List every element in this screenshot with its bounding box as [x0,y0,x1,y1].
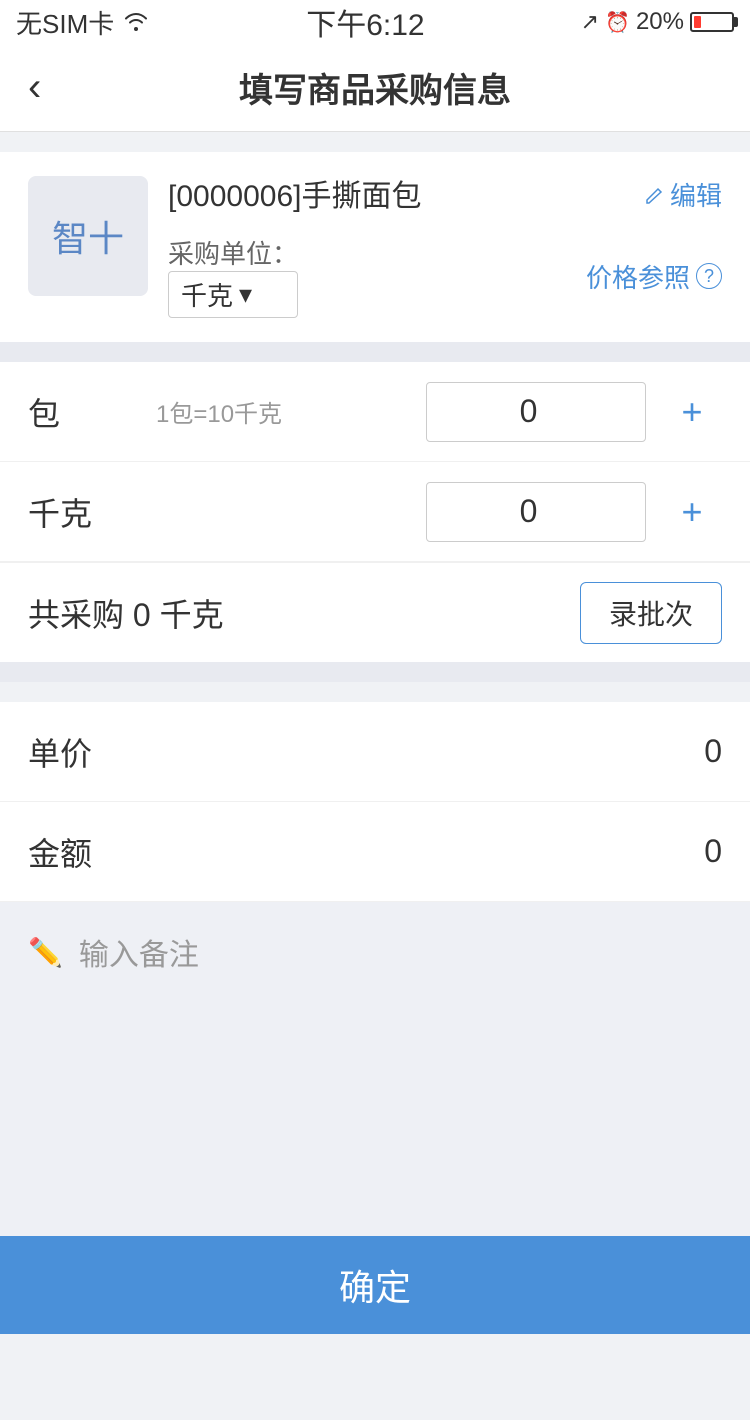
summary-row: 共采购 0 千克 录批次 [0,562,750,662]
page-title: 填写商品采购信息 [239,63,511,112]
unit-price-row: 单价 0 [0,702,750,802]
unit-price-label: 单价 [28,729,92,775]
bag-control: + [282,382,722,442]
purchase-unit-label: 采购单位： [168,239,298,269]
alarm-icon: ⏰ [605,10,630,35]
product-image: 智十 [28,176,148,296]
kg-input-row: 千克 + [0,462,750,562]
back-button[interactable]: ‹ [28,65,41,110]
battery-icon [690,12,734,32]
kg-control: + [148,482,722,542]
purchase-unit-row: 采购单位： 千克 ▾ 价格参照 ? [168,234,722,318]
carrier-text: 无SIM卡 [16,4,114,41]
status-time: 下午6:12 [306,0,424,44]
unit-select[interactable]: 千克 ▾ [168,271,298,318]
confirm-button[interactable]: 确定 [0,1236,750,1334]
product-info: [0000006]手撕面包 编辑 采购单位： 千克 ▾ 价格参照 ? [168,176,722,318]
kg-plus-button[interactable]: + [662,482,722,542]
product-logo: 智十 [52,210,124,262]
section-divider-1 [0,342,750,362]
unit-price-value: 0 [704,733,722,770]
batch-button[interactable]: 录批次 [580,582,722,644]
bag-plus-button[interactable]: + [662,382,722,442]
amount-row: 金额 0 [0,802,750,902]
amount-value: 0 [704,833,722,870]
edit-button[interactable]: 编辑 [644,176,722,213]
confirm-label: 确定 [339,1259,411,1311]
amount-label: 金额 [28,829,92,875]
product-header: [0000006]手撕面包 编辑 [168,176,722,218]
info-icon: ? [696,263,722,289]
nav-bar: ‹ 填写商品采购信息 [0,44,750,132]
battery-percent: 20% [636,8,684,36]
dropdown-arrow-icon: ▾ [239,279,252,310]
wifi-icon [122,7,150,38]
bag-sub-label: 1包=10千克 [156,394,282,429]
kg-label: 千克 [28,489,148,535]
bag-label: 包 [28,389,148,435]
pencil-icon: ✏️ [28,936,63,969]
product-card: 智十 [0000006]手撕面包 编辑 采购单位： 千克 ▾ [0,152,750,342]
location-icon: ↗ [581,9,599,35]
bag-quantity-input[interactable] [426,382,646,442]
product-name: [0000006]手撕面包 [168,176,421,218]
status-right: ↗ ⏰ 20% [581,8,734,36]
status-bar: 无SIM卡 下午6:12 ↗ ⏰ 20% [0,0,750,44]
section-divider-2 [0,662,750,682]
price-ref-button[interactable]: 价格参照 ? [586,258,722,295]
status-left: 无SIM卡 [16,4,150,41]
bag-input-row: 包 1包=10千克 + [0,362,750,462]
summary-text: 共采购 0 千克 [28,590,224,636]
kg-quantity-input[interactable] [426,482,646,542]
remark-placeholder: 输入备注 [79,930,199,974]
bottom-padding [0,1322,750,1420]
bag-input-section: 包 1包=10千克 + 千克 + 共采购 0 千克 录批次 [0,362,750,662]
price-section: 单价 0 金额 0 [0,702,750,902]
remark-section[interactable]: ✏️ 输入备注 [0,902,750,1002]
